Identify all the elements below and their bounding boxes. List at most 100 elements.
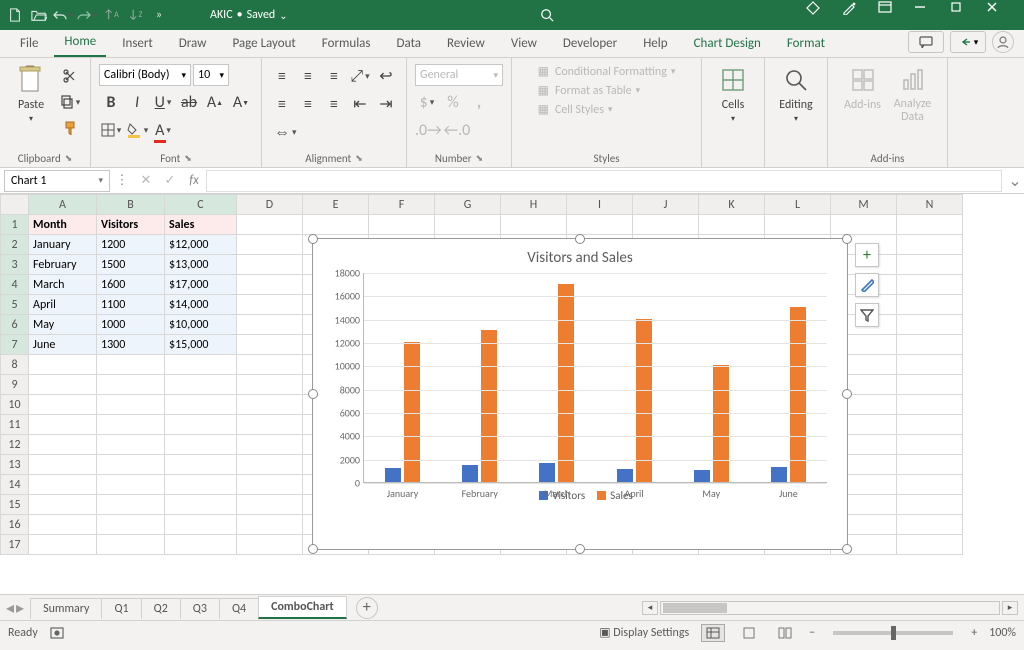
dialog-launcher-icon[interactable]: ⬊ xyxy=(476,153,484,164)
align-top-icon[interactable]: ≡ xyxy=(270,64,294,88)
cell-N14[interactable] xyxy=(897,475,963,495)
chart-filters-button[interactable] xyxy=(855,303,879,327)
macro-record-icon[interactable] xyxy=(50,627,64,639)
bar-visitors-february[interactable] xyxy=(462,465,478,483)
bar-visitors-january[interactable] xyxy=(385,468,401,482)
cell-D3[interactable] xyxy=(237,255,303,275)
cell-A3[interactable]: February xyxy=(29,255,97,275)
cell-B17[interactable] xyxy=(97,535,165,555)
col-header-C[interactable]: C xyxy=(165,195,237,215)
cell-C14[interactable] xyxy=(165,475,237,495)
paste-button[interactable]: Paste ▾ xyxy=(8,64,54,124)
bar-sales-march[interactable] xyxy=(558,284,574,482)
cell-A7[interactable]: June xyxy=(29,335,97,355)
cell-D12[interactable] xyxy=(237,435,303,455)
comma-format-icon[interactable]: , xyxy=(467,90,491,114)
cell-C16[interactable] xyxy=(165,515,237,535)
sort-desc-icon[interactable]: ↓Z xyxy=(124,4,146,26)
cell-N4[interactable] xyxy=(897,275,963,295)
cell-A6[interactable]: May xyxy=(29,315,97,335)
tab-data[interactable]: Data xyxy=(387,32,432,57)
fx-icon[interactable]: fx xyxy=(182,173,206,188)
col-header-H[interactable]: H xyxy=(501,195,567,215)
cell-B15[interactable] xyxy=(97,495,165,515)
cell-C17[interactable] xyxy=(165,535,237,555)
cell-N6[interactable] xyxy=(897,315,963,335)
resize-handle[interactable] xyxy=(308,544,318,554)
row-header-8[interactable]: 8 xyxy=(1,355,29,375)
row-header-11[interactable]: 11 xyxy=(1,415,29,435)
accounting-format-icon[interactable]: $ xyxy=(415,90,439,114)
cell-D6[interactable] xyxy=(237,315,303,335)
tab-view[interactable]: View xyxy=(501,32,547,57)
cell-N10[interactable] xyxy=(897,395,963,415)
resize-handle[interactable] xyxy=(842,389,852,399)
cell-A16[interactable] xyxy=(29,515,97,535)
row-header-17[interactable]: 17 xyxy=(1,535,29,555)
horizontal-scrollbar[interactable]: ◂ ▸ xyxy=(378,601,1024,615)
cell-A15[interactable] xyxy=(29,495,97,515)
editing-button[interactable]: Editing▾ xyxy=(773,64,819,124)
cell-C10[interactable] xyxy=(165,395,237,415)
font-name-select[interactable]: Calibri (Body)▾ xyxy=(99,64,191,86)
tab-review[interactable]: Review xyxy=(437,32,495,57)
row-header-2[interactable]: 2 xyxy=(1,235,29,255)
zoom-slider[interactable] xyxy=(833,631,953,635)
align-middle-icon[interactable]: ≡ xyxy=(296,64,320,88)
cell-B10[interactable] xyxy=(97,395,165,415)
row-header-1[interactable]: 1 xyxy=(1,215,29,235)
resize-handle[interactable] xyxy=(575,234,585,244)
cell-C5[interactable]: $14,000 xyxy=(165,295,237,315)
row-header-16[interactable]: 16 xyxy=(1,515,29,535)
qat-overflow-icon[interactable]: » xyxy=(148,4,170,26)
cell-D15[interactable] xyxy=(237,495,303,515)
zoom-in-button[interactable]: + xyxy=(971,626,977,640)
number-format-select[interactable]: General▾ xyxy=(415,64,503,86)
format-as-table-button[interactable]: ▦ Format as Table ▾ xyxy=(538,83,641,98)
cell-B9[interactable] xyxy=(97,375,165,395)
cancel-formula-icon[interactable]: ✕ xyxy=(134,173,158,188)
cell-J1[interactable] xyxy=(633,215,699,235)
cell-A17[interactable] xyxy=(29,535,97,555)
cell-B8[interactable] xyxy=(97,355,165,375)
conditional-formatting-button[interactable]: ▦ Conditional Formatting ▾ xyxy=(538,64,676,79)
cell-B4[interactable]: 1600 xyxy=(97,275,165,295)
col-header-E[interactable]: E xyxy=(303,195,369,215)
cell-A10[interactable] xyxy=(29,395,97,415)
col-header-M[interactable]: M xyxy=(831,195,897,215)
dialog-launcher-icon[interactable]: ⬊ xyxy=(184,153,192,164)
row-header-13[interactable]: 13 xyxy=(1,455,29,475)
dialog-launcher-icon[interactable]: ⬊ xyxy=(355,153,363,164)
cell-B5[interactable]: 1100 xyxy=(97,295,165,315)
analyze-data-button[interactable]: Analyze Data xyxy=(890,64,936,124)
format-painter-icon[interactable] xyxy=(58,116,82,140)
cell-D8[interactable] xyxy=(237,355,303,375)
sheet-tab-q4[interactable]: Q4 xyxy=(219,598,259,619)
resize-handle[interactable] xyxy=(308,389,318,399)
open-file-icon[interactable] xyxy=(28,4,50,26)
cell-A1[interactable]: Month xyxy=(29,215,97,235)
cell-D13[interactable] xyxy=(237,455,303,475)
cell-N3[interactable] xyxy=(897,255,963,275)
font-size-select[interactable]: 10▾ xyxy=(193,64,229,86)
cell-D7[interactable] xyxy=(237,335,303,355)
col-header-L[interactable]: L xyxy=(765,195,831,215)
tab-page-layout[interactable]: Page Layout xyxy=(222,32,305,57)
bar-visitors-may[interactable] xyxy=(694,470,710,482)
cell-C9[interactable] xyxy=(165,375,237,395)
cell-B16[interactable] xyxy=(97,515,165,535)
row-header-6[interactable]: 6 xyxy=(1,315,29,335)
cell-C3[interactable]: $13,000 xyxy=(165,255,237,275)
dialog-launcher-icon[interactable]: ⬊ xyxy=(65,153,73,164)
row-header-3[interactable]: 3 xyxy=(1,255,29,275)
col-header-N[interactable]: N xyxy=(897,195,963,215)
scroll-right-button[interactable]: ▸ xyxy=(1002,601,1018,615)
shrink-font-button[interactable]: A▼ xyxy=(229,90,253,114)
cell-N9[interactable] xyxy=(897,375,963,395)
tab-format[interactable]: Format xyxy=(777,32,835,57)
col-header-F[interactable]: F xyxy=(369,195,435,215)
col-header-J[interactable]: J xyxy=(633,195,699,215)
minimize-button[interactable] xyxy=(914,1,948,29)
col-header-G[interactable]: G xyxy=(435,195,501,215)
cell-C1[interactable]: Sales xyxy=(165,215,237,235)
